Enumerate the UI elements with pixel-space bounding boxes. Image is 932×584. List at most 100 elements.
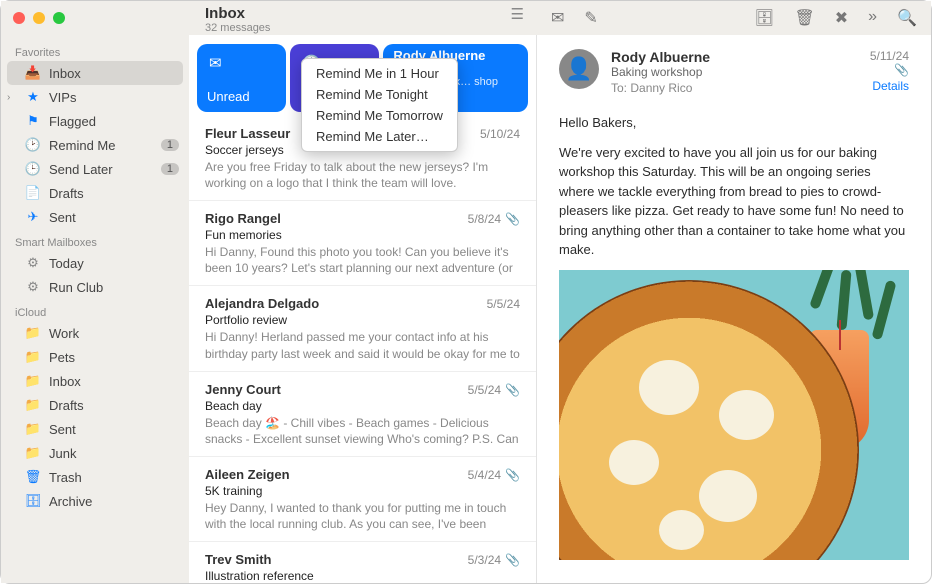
sidebar-item-label: Trash — [49, 470, 82, 485]
sidebar-item-pets[interactable]: 📁 Pets — [1, 345, 189, 369]
sidebar-item-icloud-inbox[interactable]: 📁Inbox — [1, 369, 189, 393]
delete-button[interactable]: 🗑 — [794, 8, 814, 28]
sidebar-item-trash[interactable]: 🗑 Trash — [1, 465, 189, 489]
message-date: 5/8/24📎 — [468, 212, 520, 226]
inbox-header: Inbox 32 messages ☰ — [189, 5, 536, 40]
reply-button[interactable]: ✉︎ — [551, 8, 564, 28]
zoom-window-button[interactable] — [53, 12, 65, 24]
sidebar-section-icloud: iCloud — [1, 299, 189, 321]
attachment-icon: 📎 — [894, 63, 909, 77]
mailbox-sidebar: Favorites 📥 Inbox › ★ VIPs ⚑ Flagged 🕑 R… — [1, 35, 189, 583]
remind-me-menu: Remind Me in 1 Hour Remind Me Tonight Re… — [301, 58, 458, 152]
sidebar-item-label: Pets — [49, 350, 75, 365]
mailbox-title: Inbox — [205, 5, 520, 22]
message-date: 5/4/24📎 — [468, 468, 520, 482]
message-subject: 5K training — [205, 484, 520, 498]
message-count: 32 messages — [205, 22, 520, 34]
attachment-icon: 📎 — [505, 468, 520, 482]
message-date: 5/5/24📎 — [468, 383, 520, 397]
menu-item-remind-tonight[interactable]: Remind Me Tonight — [302, 84, 457, 105]
message-date: 5/5/24 — [487, 297, 520, 311]
message-from: Fleur Lasseur — [205, 126, 290, 141]
details-link[interactable]: Details — [870, 79, 909, 93]
message-list-pane: Inbox 32 messages ☰ ✉︎ Unread 🕑 Rem… Rod… — [189, 35, 537, 583]
message-row[interactable]: Alejandra Delgado5/5/24 Portfolio review… — [189, 286, 536, 371]
message-header: 👤 Rody Albuerne Baking workshop To: Dann… — [559, 49, 909, 95]
message-date: 5/10/24 — [480, 127, 520, 141]
message-subject: Illustration reference — [205, 569, 520, 583]
sidebar-item-label: Sent — [49, 210, 76, 225]
message-preview: Hi Danny! Herland passed me your contact… — [205, 329, 520, 360]
menu-item-remind-1hour[interactable]: Remind Me in 1 Hour — [302, 63, 457, 84]
folder-icon: 📁 — [25, 397, 41, 413]
sidebar-item-label: Run Club — [49, 280, 103, 295]
sidebar-item-work[interactable]: 📁 Work — [1, 321, 189, 345]
sidebar-item-inbox[interactable]: 📥 Inbox — [7, 61, 183, 85]
clock-icon: 🕑 — [25, 137, 41, 153]
message-row[interactable]: Trev Smith5/3/24📎 Illustration reference… — [189, 542, 536, 583]
message-subject: Beach day — [205, 399, 520, 413]
sidebar-item-label: Drafts — [49, 398, 84, 413]
tray-icon: 📥 — [25, 65, 41, 81]
body-paragraph: We're very excited to have you all join … — [559, 143, 909, 260]
sidebar-item-remind-me[interactable]: 🕑 Remind Me 1 — [1, 133, 189, 157]
sidebar-item-label: Work — [49, 326, 79, 341]
sidebar-item-junk[interactable]: 📁Junk — [1, 441, 189, 465]
message-from: Alejandra Delgado — [205, 296, 319, 311]
menu-item-remind-tomorrow[interactable]: Remind Me Tomorrow — [302, 105, 457, 126]
sidebar-section-favorites: Favorites — [1, 39, 189, 61]
sidebar-item-drafts[interactable]: 📄 Drafts — [1, 181, 189, 205]
trash-icon: 🗑 — [25, 469, 41, 485]
compose-button[interactable]: ✎ — [584, 8, 597, 28]
junk-button[interactable]: ✖︎ — [835, 8, 848, 28]
gear-icon: ⚙︎ — [25, 255, 41, 271]
sidebar-item-today[interactable]: ⚙︎ Today — [1, 251, 189, 275]
message-row[interactable]: Jenny Court5/5/24📎 Beach day Beach day 🏖… — [189, 372, 536, 457]
folder-icon: 📁 — [25, 325, 41, 341]
sidebar-item-icloud-sent[interactable]: 📁 Sent — [1, 417, 189, 441]
message-row[interactable]: Rigo Rangel 5/8/24📎 Fun memories Hi Danny… — [189, 201, 536, 286]
paperplane-icon: ✈︎ — [25, 209, 41, 225]
close-window-button[interactable] — [13, 12, 25, 24]
sidebar-item-archive[interactable]: 🗄Archive — [1, 489, 189, 513]
message-row[interactable]: Aileen Zeigen5/4/24📎 5K training Hey Dan… — [189, 457, 536, 542]
sidebar-item-label: Junk — [49, 446, 76, 461]
message-body: Hello Bakers, We're very excited to have… — [559, 113, 909, 260]
unread-badge: 1 — [161, 163, 179, 175]
minimize-window-button[interactable] — [33, 12, 45, 24]
sidebar-item-flagged[interactable]: ⚑ Flagged — [1, 109, 189, 133]
message-preview: Are you free Friday to talk about the ne… — [205, 159, 520, 190]
search-button[interactable]: 🔍 — [897, 8, 917, 28]
folder-icon: 📁 — [25, 421, 41, 437]
sidebar-item-label: Remind Me — [49, 138, 115, 153]
disclosure-chevron-icon[interactable]: › — [7, 92, 10, 103]
message-toolbar: ✉︎ ✎ 🗄 🗑 ✖︎ » 🔍 — [537, 1, 931, 35]
sidebar-item-run-club[interactable]: ⚙︎ Run Club — [1, 275, 189, 299]
doc-icon: 📄 — [25, 185, 41, 201]
sidebar-item-icloud-drafts[interactable]: 📁 Drafts — [1, 393, 189, 417]
sender-avatar: 👤 — [559, 49, 599, 89]
more-button[interactable]: » — [868, 8, 877, 28]
attached-image[interactable] — [559, 270, 909, 560]
menu-item-remind-later[interactable]: Remind Me Later… — [302, 126, 457, 147]
attachment-icon: 📎 — [505, 212, 520, 226]
sidebar-item-send-later[interactable]: 🕒 Send Later 1 — [1, 157, 189, 181]
sidebar-item-vips[interactable]: › ★ VIPs — [1, 85, 189, 109]
traffic-lights — [13, 12, 65, 24]
sidebar-item-label: Sent — [49, 422, 76, 437]
sidebar-item-sent[interactable]: ✈︎ Sent — [1, 205, 189, 229]
card-unread[interactable]: ✉︎ Unread — [197, 44, 286, 112]
archive-button[interactable]: 🗄 — [754, 8, 774, 28]
message-preview: Hi Danny, Found this photo you took! Can… — [205, 244, 520, 275]
message-from: Aileen Zeigen — [205, 467, 290, 482]
message-subject: Fun memories — [205, 228, 520, 242]
filter-button[interactable]: ☰ — [511, 5, 524, 23]
sidebar-section-smart: Smart Mailboxes — [1, 229, 189, 251]
message-from: Rigo Rangel — [205, 211, 281, 226]
card-label: Unread — [207, 89, 276, 104]
folder-icon: 📁 — [25, 349, 41, 365]
message-list[interactable]: Fleur Lasseur5/10/24 Soccer jerseys Are … — [189, 116, 536, 583]
envelope-badge-icon: ✉︎ — [209, 54, 222, 72]
star-icon: ★ — [25, 89, 41, 105]
attachment-icon: 📎 — [505, 383, 520, 397]
